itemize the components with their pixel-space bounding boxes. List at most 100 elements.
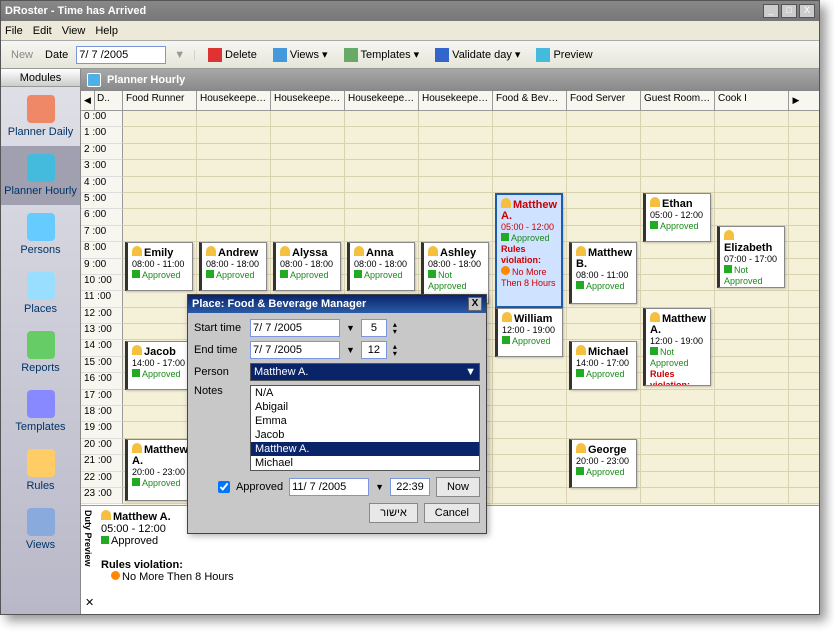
grid-cell[interactable] bbox=[641, 127, 715, 142]
start-hour-input[interactable] bbox=[361, 319, 387, 337]
person-option[interactable]: Emma bbox=[251, 414, 479, 428]
grid-cell[interactable] bbox=[641, 111, 715, 126]
grid-cell[interactable] bbox=[493, 160, 567, 175]
grid-cell[interactable] bbox=[715, 373, 789, 388]
grid-cell[interactable] bbox=[345, 111, 419, 126]
grid-cell[interactable] bbox=[567, 390, 641, 405]
views-button[interactable]: Views ▾ bbox=[269, 46, 332, 64]
grid-cell[interactable] bbox=[715, 455, 789, 470]
grid-cell[interactable] bbox=[641, 455, 715, 470]
grid-cell[interactable] bbox=[567, 127, 641, 142]
grid-cell[interactable] bbox=[123, 144, 197, 159]
grid-cell[interactable] bbox=[345, 160, 419, 175]
templates-button[interactable]: Templates ▾ bbox=[340, 46, 424, 64]
grid-cell[interactable] bbox=[271, 209, 345, 224]
grid-cell[interactable] bbox=[123, 209, 197, 224]
grid-cell[interactable] bbox=[641, 472, 715, 487]
shift-block[interactable]: Andrew08:00 - 18:00Approved bbox=[199, 242, 267, 291]
person-option[interactable]: N/A bbox=[251, 386, 479, 400]
grid-cell[interactable] bbox=[493, 422, 567, 437]
grid-cell[interactable] bbox=[567, 160, 641, 175]
sidebar-item-reports[interactable]: Reports bbox=[1, 323, 80, 382]
grid-cell[interactable] bbox=[419, 193, 493, 208]
end-hour-input[interactable] bbox=[361, 341, 387, 359]
grid-cell[interactable] bbox=[493, 406, 567, 421]
shift-block[interactable]: Ethan05:00 - 12:00Approved bbox=[643, 193, 711, 242]
menu-file[interactable]: File bbox=[5, 25, 23, 37]
grid-cell[interactable] bbox=[197, 209, 271, 224]
grid-cell[interactable] bbox=[567, 209, 641, 224]
column-header[interactable]: Guest Room Atte... bbox=[641, 91, 715, 110]
grid-cell[interactable] bbox=[567, 488, 641, 503]
shift-block[interactable]: Matthew B.08:00 - 11:00Approved bbox=[569, 242, 637, 304]
grid-cell[interactable] bbox=[715, 340, 789, 355]
person-option[interactable]: Jacob bbox=[251, 428, 479, 442]
grid-cell[interactable] bbox=[641, 275, 715, 290]
grid-cell[interactable] bbox=[641, 160, 715, 175]
person-option[interactable]: Abigail bbox=[251, 400, 479, 414]
grid-cell[interactable] bbox=[641, 422, 715, 437]
grid-cell[interactable] bbox=[715, 357, 789, 372]
grid-cell[interactable] bbox=[641, 390, 715, 405]
grid-cell[interactable] bbox=[715, 472, 789, 487]
grid-cell[interactable] bbox=[493, 373, 567, 388]
person-option[interactable]: William bbox=[251, 470, 479, 471]
start-date-input[interactable] bbox=[250, 319, 340, 337]
sidebar-item-rules[interactable]: Rules bbox=[1, 441, 80, 500]
column-header[interactable]: Food & Beverage... bbox=[493, 91, 567, 110]
grid-cell[interactable] bbox=[197, 127, 271, 142]
delete-button[interactable]: Delete bbox=[204, 46, 261, 64]
menu-view[interactable]: View bbox=[62, 25, 86, 37]
grid-cell[interactable] bbox=[567, 111, 641, 126]
grid-cell[interactable] bbox=[567, 144, 641, 159]
grid-cell[interactable] bbox=[493, 455, 567, 470]
person-dropdown[interactable]: N/AAbigailEmmaJacobMatthew A.MichaelWill… bbox=[250, 385, 480, 471]
grid-cell[interactable] bbox=[345, 226, 419, 241]
grid-cell[interactable] bbox=[715, 406, 789, 421]
column-header[interactable]: Food Runner bbox=[123, 91, 197, 110]
grid-cell[interactable] bbox=[493, 390, 567, 405]
minimize-button[interactable]: _ bbox=[763, 4, 779, 18]
grid-cell[interactable] bbox=[197, 111, 271, 126]
grid-cell[interactable] bbox=[271, 226, 345, 241]
grid-cell[interactable] bbox=[123, 390, 197, 405]
shift-block[interactable]: Emily08:00 - 11:00Approved bbox=[125, 242, 193, 291]
column-header[interactable]: Housekeeper 4 bbox=[345, 91, 419, 110]
grid-cell[interactable] bbox=[567, 177, 641, 192]
grid-cell[interactable] bbox=[123, 324, 197, 339]
grid-cell[interactable] bbox=[715, 177, 789, 192]
grid-cell[interactable] bbox=[641, 259, 715, 274]
grid-cell[interactable] bbox=[419, 209, 493, 224]
approved-checkbox[interactable] bbox=[218, 481, 230, 493]
scroll-left-button[interactable]: ◀ bbox=[81, 91, 95, 110]
grid-cell[interactable] bbox=[197, 177, 271, 192]
person-option[interactable]: Michael bbox=[251, 456, 479, 470]
grid-cell[interactable] bbox=[419, 226, 493, 241]
grid-cell[interactable] bbox=[493, 472, 567, 487]
grid-cell[interactable] bbox=[715, 127, 789, 142]
grid-cell[interactable] bbox=[197, 160, 271, 175]
grid-cell[interactable] bbox=[345, 209, 419, 224]
grid-cell[interactable] bbox=[641, 439, 715, 454]
person-option[interactable]: Matthew A. bbox=[251, 442, 479, 456]
grid-cell[interactable] bbox=[271, 127, 345, 142]
validate-button[interactable]: Validate day ▾ bbox=[431, 46, 524, 64]
grid-cell[interactable] bbox=[123, 111, 197, 126]
shift-block[interactable]: William12:00 - 19:00Approved bbox=[495, 308, 563, 357]
grid-cell[interactable] bbox=[715, 193, 789, 208]
grid-cell[interactable] bbox=[123, 291, 197, 306]
column-header[interactable]: Housekeeper 2 bbox=[197, 91, 271, 110]
grid-cell[interactable] bbox=[715, 160, 789, 175]
grid-cell[interactable] bbox=[345, 144, 419, 159]
shift-block[interactable]: Matthew A.20:00 - 23:00Approved bbox=[125, 439, 193, 501]
grid-cell[interactable] bbox=[715, 439, 789, 454]
menu-help[interactable]: Help bbox=[95, 25, 118, 37]
grid-cell[interactable] bbox=[419, 144, 493, 159]
grid-cell[interactable] bbox=[493, 439, 567, 454]
grid-cell[interactable] bbox=[715, 488, 789, 503]
grid-cell[interactable] bbox=[493, 144, 567, 159]
grid-cell[interactable] bbox=[345, 177, 419, 192]
grid-cell[interactable] bbox=[641, 144, 715, 159]
sidebar-item-views[interactable]: Views bbox=[1, 500, 80, 559]
grid-cell[interactable] bbox=[345, 193, 419, 208]
